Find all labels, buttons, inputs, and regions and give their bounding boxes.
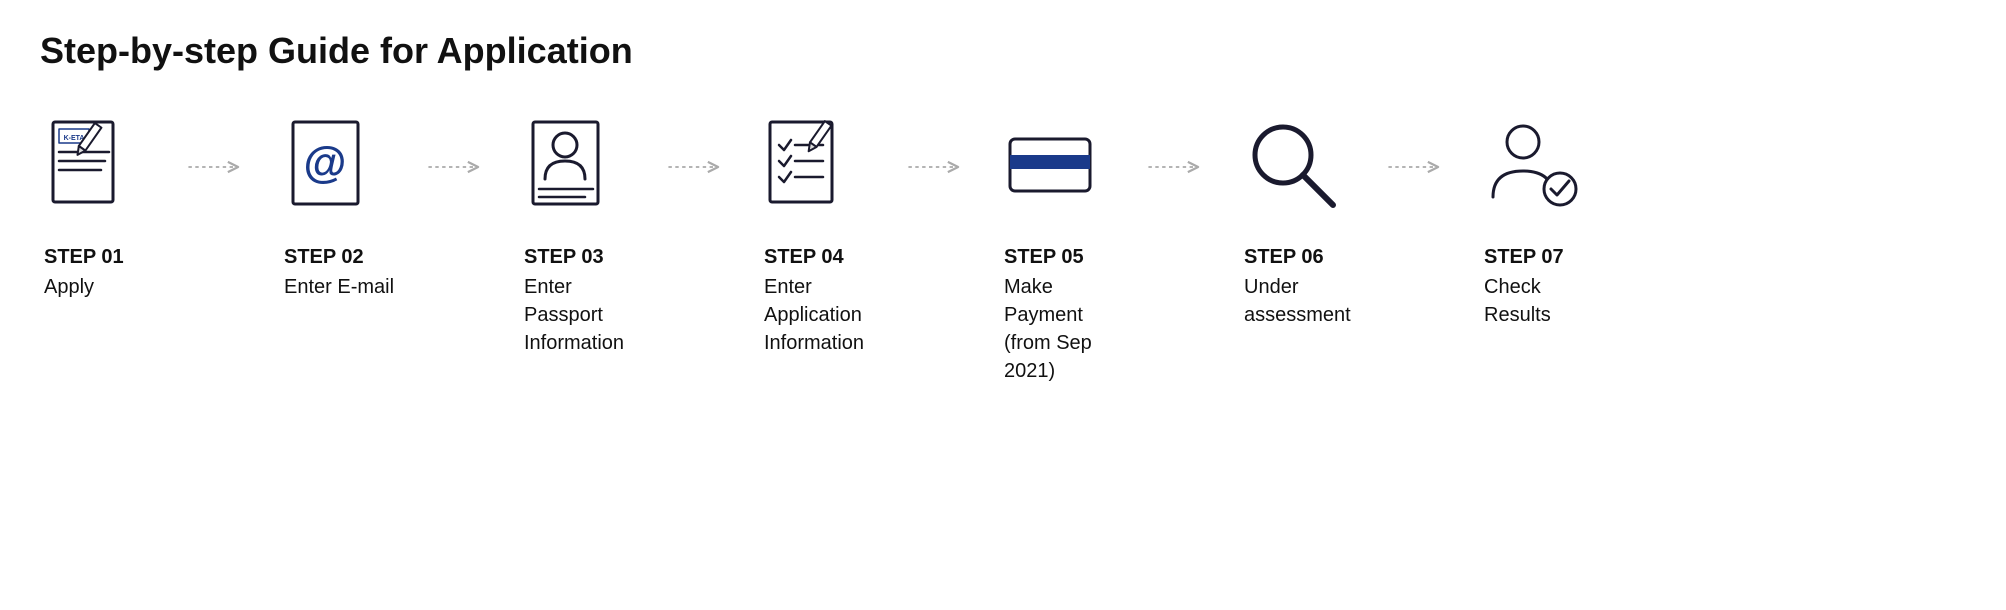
step-3-icon-row — [520, 112, 760, 222]
step-4-number: STEP 04 — [764, 246, 864, 269]
step-4-arrow — [870, 157, 1000, 177]
step-5: STEP 05 MakePayment(from Sep2021) — [1000, 112, 1240, 385]
step-1: K-ETA STEP 01 Apply — [40, 112, 280, 301]
step-1-number: STEP 01 — [44, 246, 124, 269]
step-7-number: STEP 07 — [1484, 246, 1564, 269]
step-4-icon — [760, 112, 870, 222]
step-6-name: Underassessment — [1244, 273, 1351, 329]
step-7-icon-row — [1480, 112, 1720, 222]
step-2-label: STEP 02 Enter E-mail — [280, 246, 394, 301]
step-4-icon-row — [760, 112, 1000, 222]
step-5-icon-row — [1000, 112, 1240, 222]
step-6-number: STEP 06 — [1244, 246, 1351, 269]
step-5-arrow — [1110, 157, 1240, 177]
page-title: Step-by-step Guide for Application — [40, 30, 1966, 72]
step-1-name: Apply — [44, 273, 124, 301]
step-5-label: STEP 05 MakePayment(from Sep2021) — [1000, 246, 1092, 385]
step-4-label: STEP 04 EnterApplicationInformation — [760, 246, 864, 357]
step-3-arrow — [630, 157, 760, 177]
step-3-label: STEP 03 EnterPassportInformation — [520, 246, 624, 357]
step-3-number: STEP 03 — [524, 246, 624, 269]
step-7-label: STEP 07 CheckResults — [1480, 246, 1564, 329]
svg-text:@: @ — [304, 138, 347, 187]
step-3-name: EnterPassportInformation — [524, 273, 624, 357]
step-3: STEP 03 EnterPassportInformation — [520, 112, 760, 357]
step-6-icon-row — [1240, 112, 1480, 222]
step-1-arrow — [150, 157, 280, 177]
step-2: @ STEP 02 Enter E-mail — [280, 112, 520, 301]
step-2-number: STEP 02 — [284, 246, 394, 269]
step-5-name: MakePayment(from Sep2021) — [1004, 273, 1092, 385]
step-6-icon — [1240, 112, 1350, 222]
step-7-name: CheckResults — [1484, 273, 1564, 329]
step-7: STEP 07 CheckResults — [1480, 112, 1720, 329]
step-2-icon-row: @ — [280, 112, 520, 222]
steps-container: K-ETASTEP 01Apply@STEP 02Enter E-mailSTE… — [40, 112, 1966, 385]
step-4-name: EnterApplicationInformation — [764, 273, 864, 357]
step-6: STEP 06 Underassessment — [1240, 112, 1480, 329]
step-1-icon-row: K-ETA — [40, 112, 280, 222]
step-1-icon: K-ETA — [40, 112, 150, 222]
step-2-icon: @ — [280, 112, 390, 222]
step-5-number: STEP 05 — [1004, 246, 1092, 269]
step-3-icon — [520, 112, 630, 222]
step-2-arrow — [390, 157, 520, 177]
step-5-icon — [1000, 112, 1110, 222]
step-1-label: STEP 01 Apply — [40, 246, 124, 301]
step-6-arrow — [1350, 157, 1480, 177]
step-7-icon — [1480, 112, 1590, 222]
step-6-label: STEP 06 Underassessment — [1240, 246, 1351, 329]
step-2-name: Enter E-mail — [284, 273, 394, 301]
step-4: STEP 04 EnterApplicationInformation — [760, 112, 1000, 357]
